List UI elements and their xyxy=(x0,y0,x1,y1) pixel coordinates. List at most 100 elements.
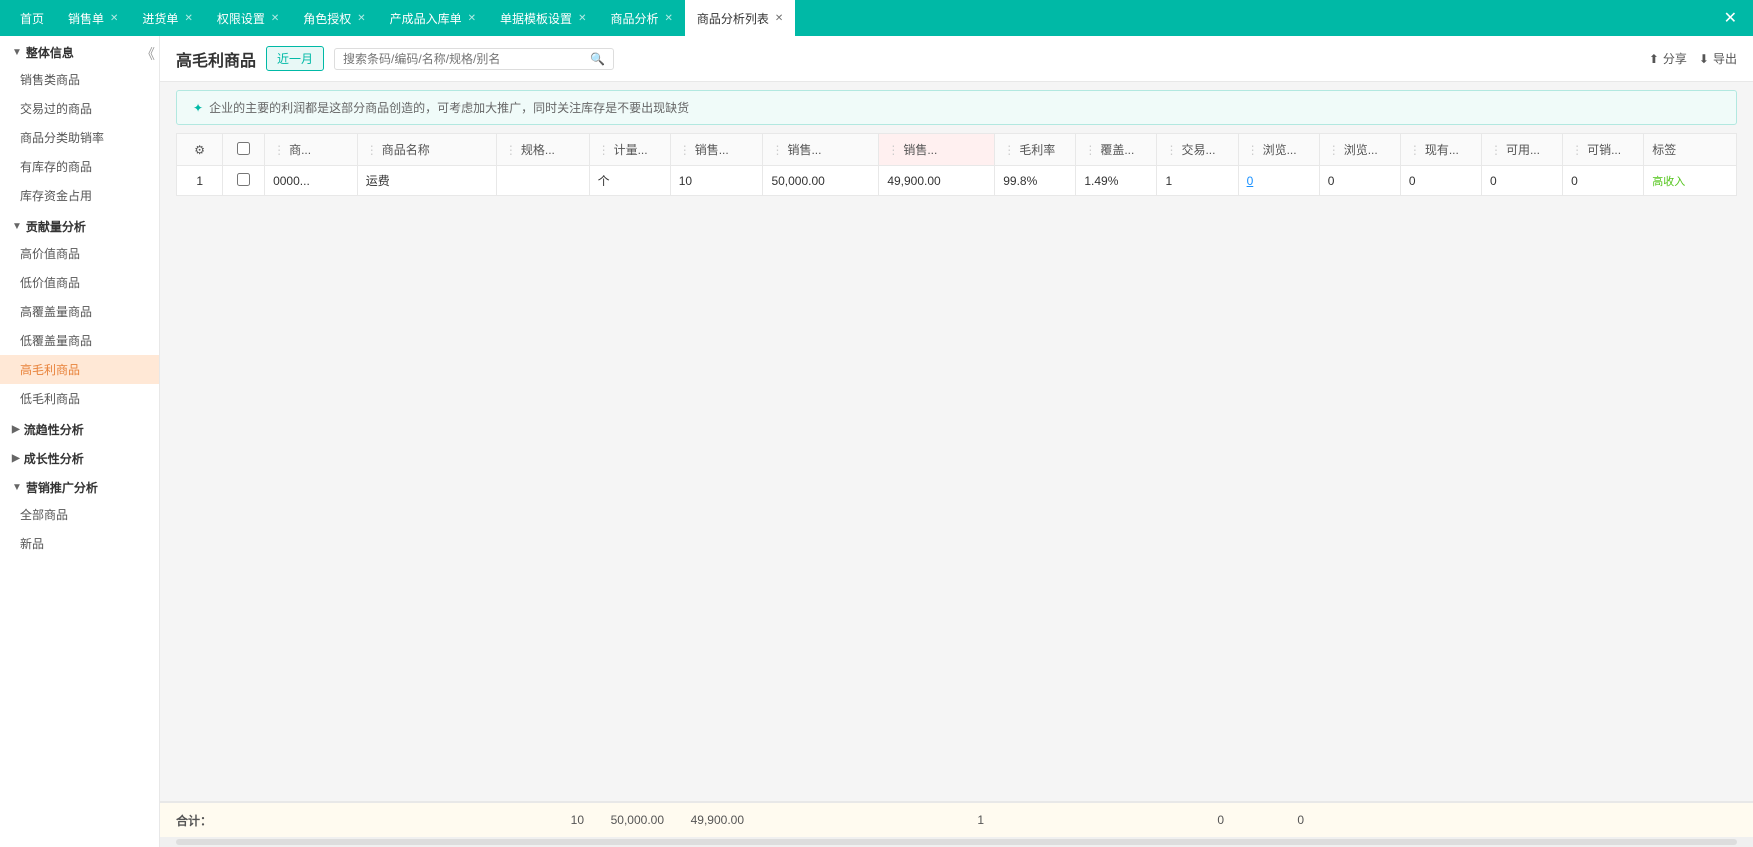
footer-label: 合计： xyxy=(176,812,212,829)
nav-sales-close[interactable]: ✕ xyxy=(110,13,118,24)
nav-permissions[interactable]: 权限设置 ✕ xyxy=(205,0,291,36)
row-checkbox[interactable] xyxy=(237,173,250,186)
col-code[interactable]: ⋮商... xyxy=(265,134,358,166)
info-icon: ✦ xyxy=(193,101,203,115)
cell-tag: 高收入 xyxy=(1644,166,1737,196)
col-tag[interactable]: 标签 xyxy=(1644,134,1737,166)
sidebar-group-trend-label: 流趋性分析 xyxy=(24,421,84,438)
search-input[interactable] xyxy=(343,52,586,66)
sidebar-item-high-coverage[interactable]: 高覆盖量商品 xyxy=(0,297,159,326)
col-unit[interactable]: ⋮计量... xyxy=(589,134,670,166)
col-browse1[interactable]: ⋮浏览... xyxy=(1238,134,1319,166)
sidebar-item-inventory-capital[interactable]: 库存资金占用 xyxy=(0,181,159,210)
sidebar-item-low-value[interactable]: 低价值商品 xyxy=(0,268,159,297)
nav-analysis[interactable]: 商品分析 ✕ xyxy=(598,0,684,36)
search-icon[interactable]: 🔍 xyxy=(590,52,605,66)
close-window-btn[interactable]: ✕ xyxy=(1716,8,1745,28)
col-browse2[interactable]: ⋮浏览... xyxy=(1319,134,1400,166)
table-wrapper[interactable]: ⚙ ⋮商... ⋮商品名称 ⋮规格... ⋮计量... xyxy=(160,133,1753,801)
nav-products-in[interactable]: 产成品入库单 ✕ xyxy=(378,0,488,36)
bottom-scrollbar[interactable] xyxy=(160,837,1753,847)
search-box[interactable]: 🔍 xyxy=(334,48,614,70)
col-name-separator: ⋮ xyxy=(366,143,378,157)
main-layout: 《 ▼ 整体信息 销售类商品 交易过的商品 商品分类助销率 有库存的商品 库存资… xyxy=(0,36,1753,847)
sidebar-group-overall[interactable]: ▼ 整体信息 xyxy=(0,36,159,65)
table-header-row: ⚙ ⋮商... ⋮商品名称 ⋮规格... ⋮计量... xyxy=(177,134,1737,166)
share-icon: ⬆ xyxy=(1649,52,1659,66)
sidebar-item-stocked-goods[interactable]: 有库存的商品 xyxy=(0,152,159,181)
col-coverage[interactable]: ⋮覆盖... xyxy=(1076,134,1157,166)
export-label: 导出 xyxy=(1713,50,1737,67)
nav-home[interactable]: 首页 xyxy=(8,0,56,36)
sidebar-group-growth[interactable]: ▶ 成长性分析 xyxy=(0,442,159,471)
sidebar-group-contribution[interactable]: ▼ 贡献量分析 xyxy=(0,210,159,239)
nav-analysis-list-label: 商品分析列表 xyxy=(697,10,769,27)
col-name[interactable]: ⋮商品名称 xyxy=(357,134,496,166)
nav-roles-close[interactable]: ✕ xyxy=(357,13,365,24)
col-sellable[interactable]: ⋮可销... xyxy=(1563,134,1644,166)
col-available[interactable]: ⋮可用... xyxy=(1481,134,1562,166)
sidebar-group-trend-arrow: ▶ xyxy=(12,424,20,435)
sidebar-item-all-goods[interactable]: 全部商品 xyxy=(0,500,159,529)
sidebar-group-overall-arrow: ▼ xyxy=(12,47,22,58)
export-btn[interactable]: ⬇ 导出 xyxy=(1699,50,1737,67)
nav-template[interactable]: 单据模板设置 ✕ xyxy=(488,0,598,36)
nav-analysis-list[interactable]: 商品分析列表 ✕ xyxy=(685,0,795,36)
sidebar-collapse-btn[interactable]: 《 xyxy=(141,44,155,64)
cell-gross-rate: 99.8% xyxy=(995,166,1076,196)
col-sale-amount[interactable]: ⋮销售... xyxy=(763,134,879,166)
nav-roles[interactable]: 角色授权 ✕ xyxy=(291,0,377,36)
cell-coverage: 1.49% xyxy=(1076,166,1157,196)
sidebar-group-trend[interactable]: ▶ 流趋性分析 xyxy=(0,413,159,442)
sidebar-item-category-rate[interactable]: 商品分类助销率 xyxy=(0,123,159,152)
sidebar-item-low-coverage[interactable]: 低覆盖量商品 xyxy=(0,326,159,355)
nav-analysis-close[interactable]: ✕ xyxy=(664,13,672,24)
nav-template-close[interactable]: ✕ xyxy=(578,13,586,24)
col-checkbox[interactable] xyxy=(223,134,265,166)
cell-code: 0000... xyxy=(265,166,358,196)
sidebar-group-marketing[interactable]: ▼ 营销推广分析 xyxy=(0,471,159,500)
footer-available: 0 xyxy=(1232,813,1312,827)
sidebar-item-low-margin[interactable]: 低毛利商品 xyxy=(0,384,159,413)
footer-sale-amount: 50,000.00 xyxy=(592,813,672,827)
scrollbar-thumb[interactable] xyxy=(176,839,1737,845)
col-sale-qty[interactable]: ⋮销售... xyxy=(670,134,763,166)
sidebar-item-sales-goods[interactable]: 销售类商品 xyxy=(0,65,159,94)
nav-permissions-close[interactable]: ✕ xyxy=(271,13,279,24)
sidebar-item-high-value[interactable]: 高价值商品 xyxy=(0,239,159,268)
cell-trade: 1 xyxy=(1157,166,1238,196)
cell-unit: 个 xyxy=(589,166,670,196)
nav-permissions-label: 权限设置 xyxy=(217,10,265,27)
sidebar: 《 ▼ 整体信息 销售类商品 交易过的商品 商品分类助销率 有库存的商品 库存资… xyxy=(0,36,160,847)
sidebar-group-overall-label: 整体信息 xyxy=(26,44,74,61)
filter-month-btn[interactable]: 近一月 xyxy=(266,46,324,71)
data-table: ⚙ ⋮商... ⋮商品名称 ⋮规格... ⋮计量... xyxy=(176,133,1737,196)
sidebar-item-new-goods[interactable]: 新品 xyxy=(0,529,159,558)
nav-purchase-close[interactable]: ✕ xyxy=(184,13,192,24)
nav-purchase[interactable]: 进货单 ✕ xyxy=(130,0,204,36)
cell-index: 1 xyxy=(177,166,223,196)
nav-products-in-close[interactable]: ✕ xyxy=(468,13,476,24)
col-current[interactable]: ⋮现有... xyxy=(1400,134,1481,166)
nav-sales-label: 销售单 xyxy=(68,10,104,27)
cell-checkbox[interactable] xyxy=(223,166,265,196)
table-row: 1 0000... 运费 个 10 50,000.00 49,900.00 99… xyxy=(177,166,1737,196)
col-settings[interactable]: ⚙ xyxy=(177,134,223,166)
col-sale-profit[interactable]: ⋮销售... xyxy=(879,134,995,166)
cell-name: 运费 xyxy=(357,166,496,196)
col-gross-rate[interactable]: ⋮毛利率 xyxy=(995,134,1076,166)
nav-analysis-label: 商品分析 xyxy=(610,10,658,27)
sidebar-group-marketing-label: 营销推广分析 xyxy=(26,479,98,496)
col-spec[interactable]: ⋮规格... xyxy=(496,134,589,166)
footer-sale-qty: 10 xyxy=(512,813,592,827)
col-trade[interactable]: ⋮交易... xyxy=(1157,134,1238,166)
content-header: 高毛利商品 近一月 🔍 ⬆ 分享 ⬇ 导出 xyxy=(160,36,1753,82)
sidebar-item-high-margin[interactable]: 高毛利商品 xyxy=(0,355,159,384)
select-all-checkbox[interactable] xyxy=(237,142,250,155)
cell-browse1[interactable]: 0 xyxy=(1238,166,1319,196)
header-actions: ⬆ 分享 ⬇ 导出 xyxy=(1649,50,1737,67)
sidebar-item-traded-goods[interactable]: 交易过的商品 xyxy=(0,94,159,123)
share-btn[interactable]: ⬆ 分享 xyxy=(1649,50,1687,67)
nav-analysis-list-close[interactable]: ✕ xyxy=(775,13,783,24)
nav-sales[interactable]: 销售单 ✕ xyxy=(56,0,130,36)
